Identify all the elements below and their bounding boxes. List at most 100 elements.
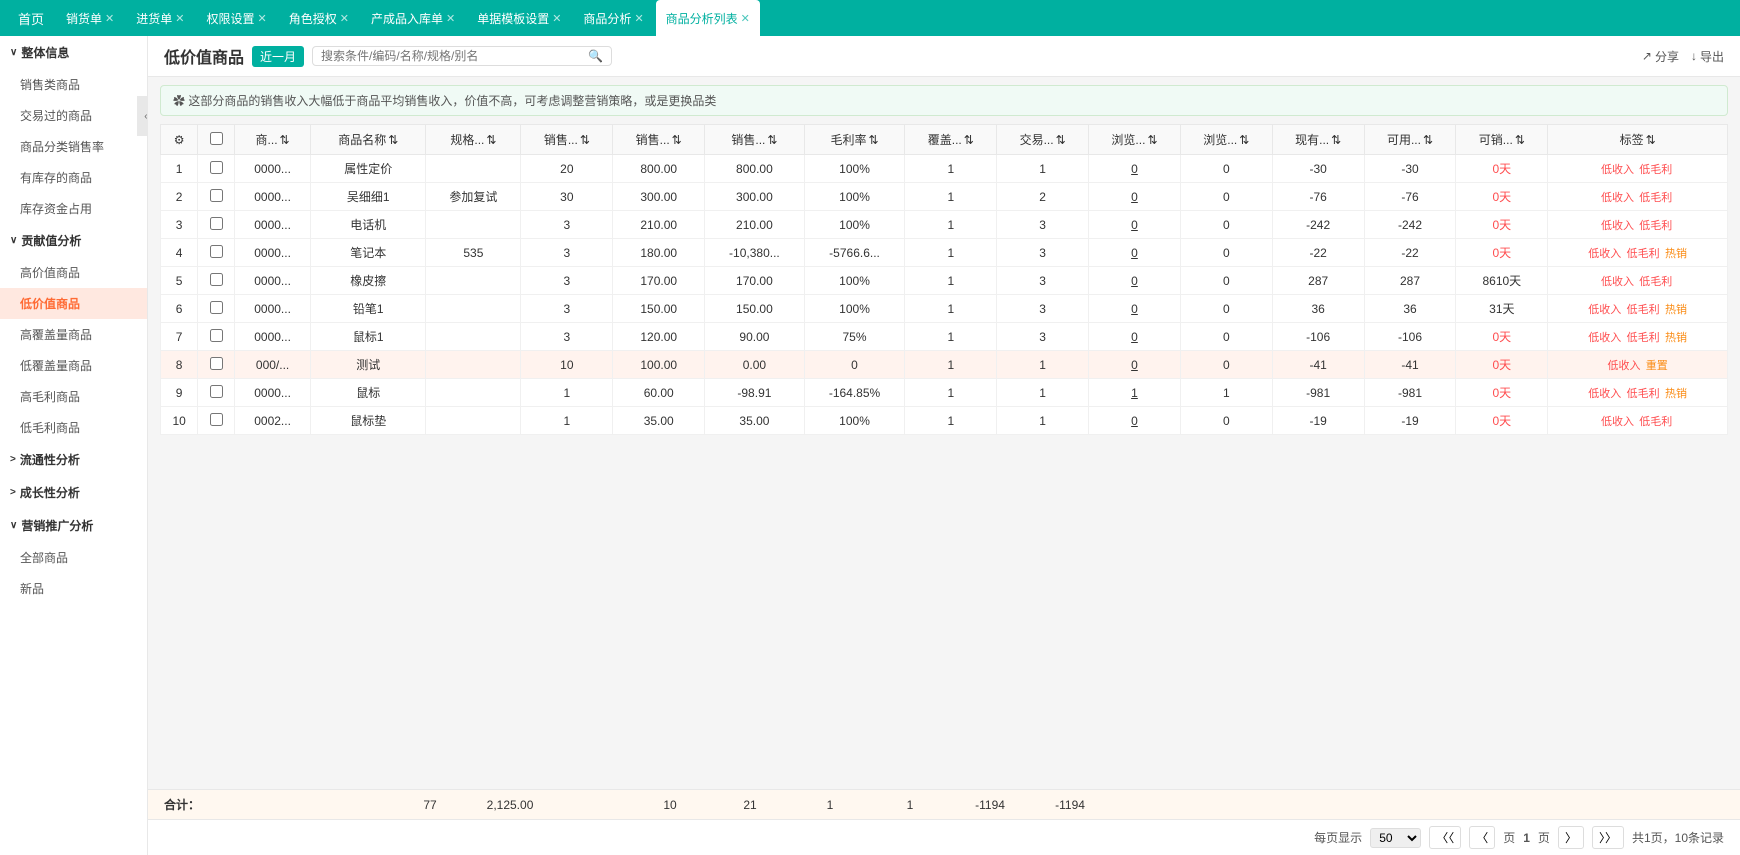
col-checkbox[interactable] [198,125,235,155]
col-margin[interactable]: 毛利率⇅ [804,125,905,155]
sidebar-item-high-coverage[interactable]: 高覆盖量商品 [0,319,147,350]
col-stock[interactable]: 现有...⇅ [1272,125,1364,155]
cell-view1[interactable]: 0 [1089,407,1181,435]
nav-close-goods-analysis[interactable]: ✕ [634,12,643,25]
cell-checkbox[interactable] [198,155,235,183]
nav-purchase[interactable]: 进货单✕ [126,0,194,36]
row-checkbox[interactable] [210,329,223,342]
row-checkbox[interactable] [210,357,223,370]
cell-view1[interactable]: 0 [1089,323,1181,351]
cell-checkbox[interactable] [198,295,235,323]
period-button[interactable]: 近一月 [252,46,304,67]
nav-close-goods-analysis-list[interactable]: ✕ [741,12,750,25]
cell-checkbox[interactable] [198,323,235,351]
export-button[interactable]: ↓ 导出 [1691,48,1724,65]
cell-view1[interactable]: 0 [1089,239,1181,267]
sidebar-item-traded-goods[interactable]: 交易过的商品 [0,100,147,131]
col-saleable[interactable]: 可销...⇅ [1456,125,1548,155]
view1-link[interactable]: 0 [1131,218,1138,232]
nav-templates[interactable]: 单据模板设置✕ [467,0,571,36]
cell-checkbox[interactable] [198,351,235,379]
col-available[interactable]: 可用...⇅ [1364,125,1456,155]
sidebar-section-contribution[interactable]: ∨ 贡献值分析 [0,224,147,257]
cell-checkbox[interactable] [198,407,235,435]
col-amount[interactable]: 销售...⇅ [705,125,805,155]
view1-link[interactable]: 0 [1131,414,1138,428]
sidebar-item-low-value[interactable]: 低价值商品 [0,288,147,319]
sidebar-section-liquidity[interactable]: > 流通性分析 [0,443,147,476]
cell-view1[interactable]: 0 [1089,183,1181,211]
col-name[interactable]: 商品名称⇅ [311,125,426,155]
cell-checkbox[interactable] [198,211,235,239]
per-page-select[interactable]: 50 100 200 [1370,828,1421,848]
cell-view1[interactable]: 0 [1089,267,1181,295]
col-tags[interactable]: 标签⇅ [1548,125,1728,155]
search-icon[interactable]: 🔍 [588,49,603,63]
sidebar-item-low-margin[interactable]: 低毛利商品 [0,412,147,443]
select-all-checkbox[interactable] [210,132,223,145]
sidebar-item-new-goods[interactable]: 新品 [0,573,147,604]
col-trade[interactable]: 交易...⇅ [997,125,1089,155]
sidebar-item-sales-goods[interactable]: 销售类商品 [0,69,147,100]
next-page-button[interactable]: 〉 [1558,826,1584,849]
nav-close-production[interactable]: ✕ [446,12,455,25]
sidebar-item-category-rate[interactable]: 商品分类销售率 [0,131,147,162]
row-checkbox[interactable] [210,217,223,230]
col-spec[interactable]: 规格...⇅ [426,125,521,155]
row-checkbox[interactable] [210,189,223,202]
share-button[interactable]: ↗ 分享 [1642,48,1679,65]
col-coverage[interactable]: 覆盖...⇅ [905,125,997,155]
view1-link[interactable]: 0 [1131,358,1138,372]
col-price[interactable]: 销售...⇅ [613,125,705,155]
nav-home[interactable]: 首页 [8,0,54,36]
view1-link[interactable]: 0 [1131,190,1138,204]
cell-checkbox[interactable] [198,267,235,295]
nav-close-roles[interactable]: ✕ [340,12,349,25]
prev-page-button[interactable]: 〈 [1469,826,1495,849]
row-checkbox[interactable] [210,161,223,174]
sidebar-item-stock-capital[interactable]: 库存资金占用 [0,193,147,224]
cell-view1[interactable]: 1 [1089,379,1181,407]
nav-permissions[interactable]: 权限设置✕ [196,0,276,36]
nav-sales[interactable]: 销货单✕ [56,0,124,36]
col-qty[interactable]: 销售...⇅ [521,125,613,155]
col-code[interactable]: 商...⇅ [234,125,310,155]
sidebar-item-low-coverage[interactable]: 低覆盖量商品 [0,350,147,381]
col-settings[interactable]: ⚙ [161,125,198,155]
view1-link[interactable]: 0 [1131,246,1138,260]
sidebar-collapse-button[interactable]: « [137,96,148,136]
sidebar-item-stock-goods[interactable]: 有库存的商品 [0,162,147,193]
nav-close-permissions[interactable]: ✕ [258,12,267,25]
sidebar-item-all-goods[interactable]: 全部商品 [0,542,147,573]
nav-goods-analysis-list[interactable]: 商品分析列表✕ [656,0,760,36]
sidebar-item-high-value[interactable]: 高价值商品 [0,257,147,288]
nav-roles[interactable]: 角色授权✕ [279,0,359,36]
search-input[interactable] [321,49,588,63]
last-page-button[interactable]: 〉〉 [1592,826,1624,849]
row-checkbox[interactable] [210,301,223,314]
sidebar-section-marketing[interactable]: ∨ 营销推广分析 [0,509,147,542]
first-page-button[interactable]: 〈〈 [1429,826,1461,849]
row-checkbox[interactable] [210,413,223,426]
view1-link[interactable]: 1 [1131,386,1138,400]
col-view1[interactable]: 浏览...⇅ [1089,125,1181,155]
cell-checkbox[interactable] [198,379,235,407]
nav-goods-analysis[interactable]: 商品分析✕ [573,0,653,36]
nav-production[interactable]: 产成品入库单✕ [361,0,465,36]
cell-checkbox[interactable] [198,183,235,211]
view1-link[interactable]: 0 [1131,274,1138,288]
view1-link[interactable]: 0 [1131,302,1138,316]
nav-close-templates[interactable]: ✕ [552,12,561,25]
row-checkbox[interactable] [210,385,223,398]
sidebar-section-growth[interactable]: > 成长性分析 [0,476,147,509]
col-view2[interactable]: 浏览...⇅ [1180,125,1272,155]
nav-close-sales[interactable]: ✕ [105,12,114,25]
view1-link[interactable]: 0 [1131,330,1138,344]
cell-view1[interactable]: 0 [1089,295,1181,323]
cell-checkbox[interactable] [198,239,235,267]
sidebar-section-general[interactable]: ∨ 整体信息 [0,36,147,69]
view1-link[interactable]: 0 [1131,162,1138,176]
cell-view1[interactable]: 0 [1089,211,1181,239]
cell-view1[interactable]: 0 [1089,155,1181,183]
row-checkbox[interactable] [210,245,223,258]
